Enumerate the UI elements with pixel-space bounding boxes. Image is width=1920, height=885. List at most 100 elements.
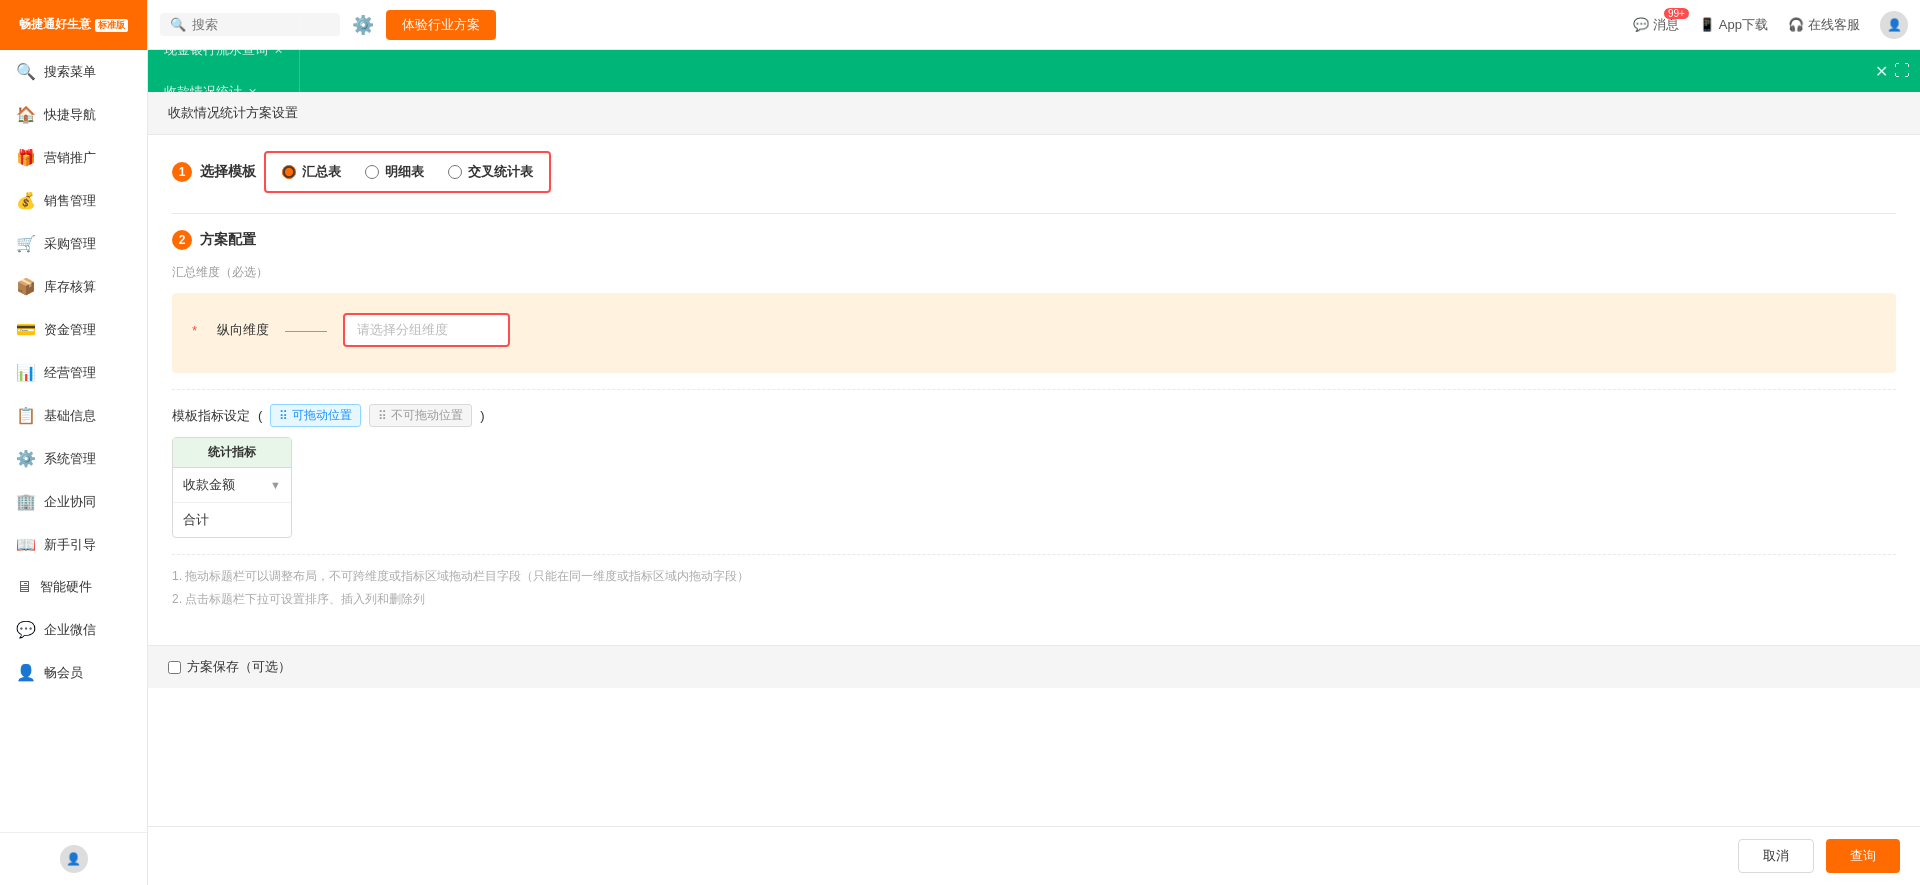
- basic-info-icon: 📋: [16, 406, 36, 425]
- sidebar-item-wechat[interactable]: 💬 企业微信: [0, 608, 147, 651]
- dimension-config-title: 汇总维度（必选）: [172, 264, 1896, 281]
- wechat-label: 企业微信: [44, 621, 96, 639]
- tip1: 1. 拖动标题栏可以调整布局，不可跨维度或指标区域拖动栏目字段（只能在同一维度或…: [172, 567, 1896, 586]
- guide-icon: 📖: [16, 535, 36, 554]
- inventory-icon: 📦: [16, 277, 36, 296]
- settings-icon[interactable]: ⚙️: [352, 14, 374, 36]
- radio-summary-input[interactable]: [282, 165, 296, 179]
- user-avatar: 👤: [60, 845, 88, 873]
- radio-summary-label: 汇总表: [302, 163, 341, 181]
- dimension-config: 汇总维度（必选） * 纵向维度 ——— 请选择分组维度: [172, 264, 1896, 373]
- sidebar-item-quick-nav[interactable]: 🏠快捷导航: [0, 93, 147, 136]
- management-label: 经营管理: [44, 364, 96, 382]
- service-icon: 🎧: [1788, 17, 1804, 32]
- sidebar-item-search-menu[interactable]: 🔍搜索菜单: [0, 50, 147, 93]
- sidebar-item-enterprise[interactable]: 🏢 企业协同: [0, 480, 147, 523]
- dimension-arrow: ———: [285, 322, 327, 338]
- tab-home[interactable]: 首页: [148, 0, 300, 29]
- radio-detail[interactable]: 明细表: [365, 163, 424, 181]
- sidebar-item-basic-info[interactable]: 📋 基础信息: [0, 394, 147, 437]
- tabbar: 首页现金银行流水查询✕收款情况统计✕新建方案✕ ✕ ⛶: [148, 50, 1920, 92]
- cancel-button[interactable]: 取消: [1738, 839, 1814, 873]
- save-plan-checkbox[interactable]: [168, 661, 181, 674]
- quick-nav-label: 快捷导航: [44, 106, 96, 124]
- sidebar-item-marketing[interactable]: 🎁营销推广: [0, 136, 147, 179]
- guide-label: 新手引导: [44, 536, 96, 554]
- query-button[interactable]: 查询: [1826, 839, 1900, 873]
- system-icon: ⚙️: [16, 449, 36, 468]
- non-draggable-label: 不可拖动位置: [391, 407, 463, 424]
- section-body: 1 选择模板 汇总表 明细表: [148, 135, 1920, 645]
- draggable-icon: ⠿: [279, 409, 288, 423]
- wechat-icon: 💬: [16, 620, 36, 639]
- sidebar-item-system[interactable]: ⚙️ 系统管理: [0, 437, 147, 480]
- user-menu[interactable]: 👤: [1880, 11, 1908, 39]
- tab-label-bank-flow: 现金银行流水查询: [164, 41, 268, 59]
- message-btn[interactable]: 💬 消息 99+: [1633, 16, 1679, 34]
- service-label: 在线客服: [1808, 16, 1860, 34]
- sidebar-item-guide[interactable]: 📖 新手引导: [0, 523, 147, 566]
- required-mark: *: [192, 323, 197, 338]
- sidebar-item-finance[interactable]: 💳资金管理: [0, 308, 147, 351]
- dimension-selector[interactable]: 请选择分组维度: [343, 313, 510, 347]
- tab-bank-flow[interactable]: 现金银行流水查询 ✕: [148, 29, 300, 71]
- page-title: 收款情况统计方案设置: [168, 105, 298, 120]
- step2-section: 2 方案配置 汇总维度（必选） * 纵向维度 ——— 请选择分: [172, 213, 1896, 609]
- service-btn[interactable]: 🎧 在线客服: [1788, 16, 1860, 34]
- non-draggable-tag: ⠿ 不可拖动位置: [369, 404, 472, 427]
- dimension-placeholder: 请选择分组维度: [357, 322, 448, 337]
- sales-label: 销售管理: [44, 192, 96, 210]
- purchase-icon: 🛒: [16, 234, 36, 253]
- tips-section: 1. 拖动标题栏可以调整布局，不可跨维度或指标区域拖动栏目字段（只能在同一维度或…: [172, 554, 1896, 609]
- vertical-dim-label: 纵向维度: [217, 321, 269, 339]
- close-tab-btn[interactable]: ✕: [1875, 62, 1888, 81]
- dimension-row: * 纵向维度 ——— 请选择分组维度: [192, 313, 1876, 347]
- expand-btn[interactable]: ⛶: [1894, 62, 1910, 80]
- radio-summary[interactable]: 汇总表: [282, 163, 341, 181]
- topbar-right: 💬 消息 99+ 📱 App下载 🎧 在线客服 👤: [1633, 11, 1908, 39]
- tab-close-bank-flow[interactable]: ✕: [274, 44, 283, 57]
- download-btn[interactable]: 📱 App下载: [1699, 16, 1768, 34]
- basic-info-label: 基础信息: [44, 407, 96, 425]
- step2-title: 方案配置: [200, 231, 256, 249]
- save-plan-checkbox-label[interactable]: 方案保存（可选）: [168, 658, 291, 676]
- save-plan-label: 方案保存（可选）: [187, 658, 291, 676]
- step1-num: 1: [172, 162, 192, 182]
- step1-label: 1 选择模板 汇总表 明细表: [172, 151, 1896, 193]
- sidebar-item-smart-hw[interactable]: 🖥智能硬件: [0, 566, 147, 608]
- stats-box: 统计指标 收款金额 ▼ 合计: [172, 437, 292, 538]
- left-paren: (: [258, 408, 262, 423]
- download-label: App下载: [1719, 16, 1768, 34]
- system-label: 系统管理: [44, 450, 96, 468]
- search-menu-label: 搜索菜单: [44, 63, 96, 81]
- sidebar-item-member[interactable]: 👤畅会员: [0, 651, 147, 694]
- logo-badge: 标准版: [95, 19, 128, 32]
- industry-btn[interactable]: 体验行业方案: [386, 10, 496, 40]
- sidebar-item-inventory[interactable]: 📦库存核算: [0, 265, 147, 308]
- sidebar: 畅捷通好生意 标准版 🔍搜索菜单🏠快捷导航🎁营销推广💰销售管理🛒采购管理📦库存核…: [0, 0, 148, 885]
- step1-title: 选择模板: [200, 163, 256, 181]
- dimension-area: * 纵向维度 ——— 请选择分组维度: [172, 293, 1896, 373]
- radio-crosstab-input[interactable]: [448, 165, 462, 179]
- radio-detail-input[interactable]: [365, 165, 379, 179]
- enterprise-label: 企业协同: [44, 493, 96, 511]
- metric-row-collection[interactable]: 收款金额 ▼: [173, 468, 291, 503]
- sidebar-item-management[interactable]: 📊经营管理: [0, 351, 147, 394]
- page-header: 收款情况统计方案设置: [148, 92, 1920, 135]
- sidebar-item-purchase[interactable]: 🛒采购管理: [0, 222, 147, 265]
- topbar-avatar: 👤: [1880, 11, 1908, 39]
- page-footer: 方案保存（可选）: [148, 645, 1920, 688]
- metric-dropdown-icon[interactable]: ▼: [270, 479, 281, 491]
- stats-section-title: 统计指标: [173, 438, 291, 468]
- download-icon: 📱: [1699, 17, 1715, 32]
- metric-name-total: 合计: [183, 511, 209, 529]
- non-draggable-icon: ⠿: [378, 409, 387, 423]
- sidebar-item-sales[interactable]: 💰销售管理: [0, 179, 147, 222]
- radio-crosstab[interactable]: 交叉统计表: [448, 163, 533, 181]
- member-icon: 👤: [16, 663, 36, 682]
- enterprise-icon: 🏢: [16, 492, 36, 511]
- message-badge: 99+: [1664, 8, 1689, 19]
- template-radio-group: 汇总表 明细表 交叉统计表: [282, 163, 533, 181]
- tabbar-actions: ✕ ⛶: [1875, 62, 1920, 81]
- finance-icon: 💳: [16, 320, 36, 339]
